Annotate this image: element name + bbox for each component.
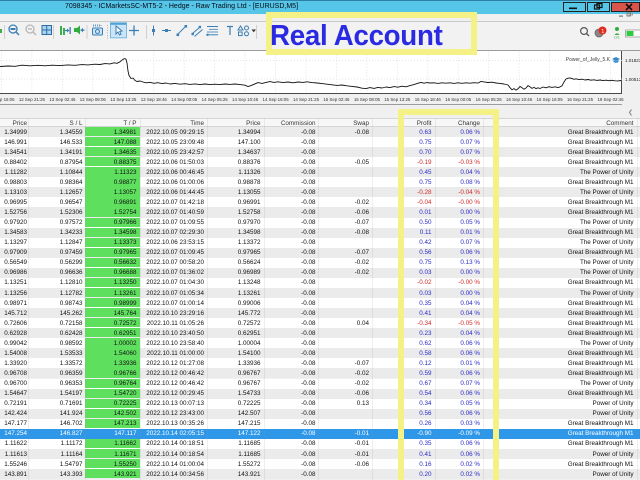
svg-text:LVL: LVL [614, 36, 620, 40]
svg-text:1: 1 [601, 29, 604, 35]
